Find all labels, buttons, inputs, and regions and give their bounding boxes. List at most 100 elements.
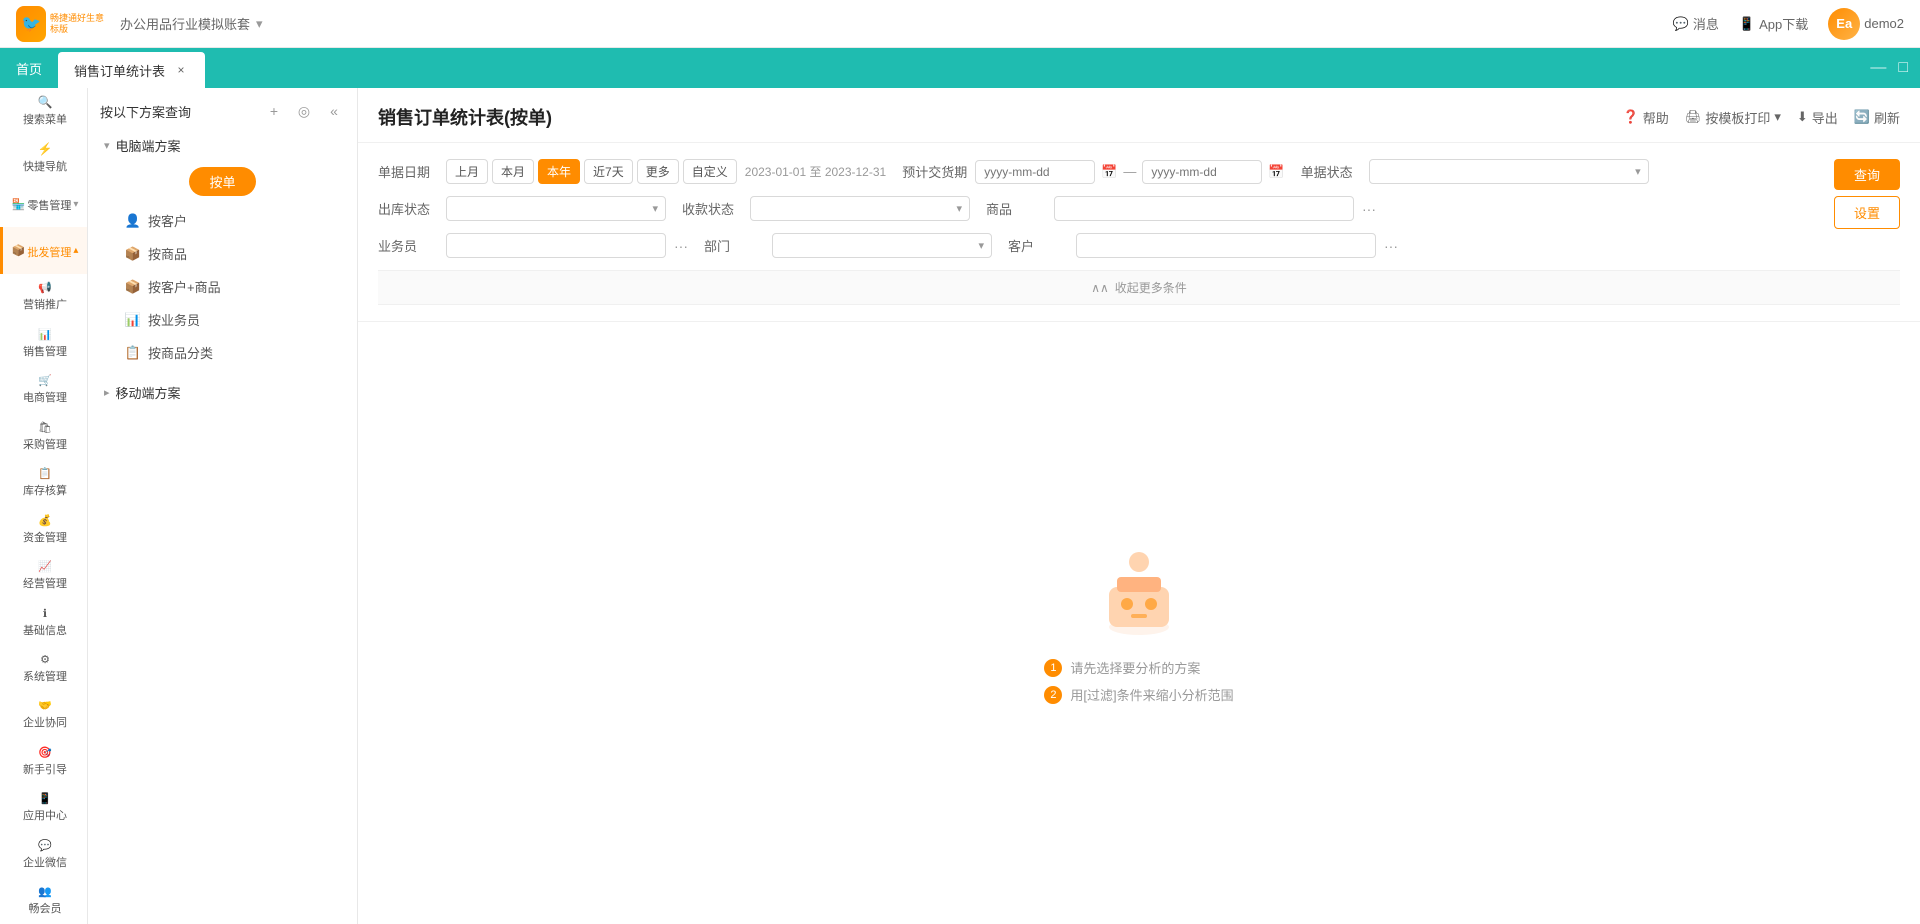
date-btn-more[interactable]: 更多 [637, 159, 679, 184]
tree-mobile-expand-icon: ▸ [104, 386, 110, 399]
tab-maximize-btn[interactable]: □ [1898, 59, 1908, 77]
member-icon: 👥 [38, 885, 52, 898]
top-actions: 💬 消息 📱 App下载 Ea demo2 [1673, 8, 1904, 40]
empty-tip-2: 2 用[过滤]条件来缩小分析范围 [1044, 685, 1233, 704]
product-filter-label: 商品 [986, 199, 1046, 218]
tab-close-btn[interactable]: × [173, 62, 189, 78]
date-buttons: 上月 本月 本年 近7天 更多 自定义 2023-01-01 至 2023-12… [446, 159, 886, 184]
sidebar-item-apps[interactable]: 📱 应用中心 [0, 785, 87, 831]
tree-child-customer-product[interactable]: 📦 按客户+商品 [96, 270, 349, 303]
customer-input[interactable] [1076, 233, 1376, 258]
department-select[interactable] [772, 233, 992, 258]
calendar-end-icon[interactable]: 📅 [1268, 164, 1284, 180]
sidebar-item-sales[interactable]: 📊 销售管理 [0, 320, 87, 366]
settings-scheme-btn[interactable]: ◎ [293, 100, 315, 122]
sidebar-item-quick-nav[interactable]: ⚡ 快捷导航 [0, 134, 87, 180]
quick-nav-icon: ⚡ [38, 142, 53, 156]
product-input[interactable] [1054, 196, 1354, 221]
date-btn-custom[interactable]: 自定义 [683, 159, 737, 184]
user-menu[interactable]: Ea demo2 [1828, 8, 1904, 40]
payment-select[interactable] [750, 196, 970, 221]
sidebar-item-system[interactable]: ⚙ 系统管理 [0, 645, 87, 691]
date-btn-this-month[interactable]: 本月 [492, 159, 534, 184]
collapse-bar[interactable]: ∧∧ 收起更多条件 [378, 270, 1900, 305]
export-btn[interactable]: ⬇ 导出 [1797, 108, 1838, 127]
sidebar-item-operations[interactable]: 📈 经营管理 [0, 552, 87, 598]
sidebar-item-inventory[interactable]: 📋 库存核算 [0, 460, 87, 506]
salesperson-input[interactable] [446, 233, 666, 258]
salesperson-more-icon[interactable]: ··· [674, 238, 688, 254]
customer-more-icon[interactable]: ··· [1384, 238, 1398, 254]
help-btn[interactable]: ❓ 帮助 [1623, 108, 1669, 127]
sidebar-item-base-info[interactable]: ℹ 基础信息 [0, 599, 87, 645]
system-icon: ⚙ [40, 653, 50, 666]
tree-parent-mobile[interactable]: ▸ 移动端方案 [96, 377, 349, 408]
page-header-actions: ❓ 帮助 🖨 按模板打印 ▾ ⬇ 导出 🔄 刷新 [1623, 108, 1900, 127]
sidebar-item-member[interactable]: 👥 畅会员 [0, 877, 87, 923]
filter-actions: 查询 设置 [1834, 159, 1900, 229]
date-start-input[interactable] [975, 160, 1095, 184]
customer-product-icon: 📦 [124, 278, 142, 296]
sidebar-item-guide[interactable]: 🎯 新手引导 [0, 738, 87, 784]
filter-department-group: 部门 [704, 233, 992, 258]
sidebar-item-retail[interactable]: 🏪 零售管理 ▾ [0, 181, 87, 227]
empty-svg [1089, 542, 1189, 642]
calendar-start-icon[interactable]: 📅 [1101, 164, 1117, 180]
collapse-panel-btn[interactable]: « [323, 100, 345, 122]
payment-label: 收款状态 [682, 199, 742, 218]
logo-icon: 🐦 [16, 6, 46, 42]
date-btn-last-month[interactable]: 上月 [446, 159, 488, 184]
sidebar-item-purchase[interactable]: 🛍 采购管理 [0, 413, 87, 459]
date-btn-7days[interactable]: 近7天 [584, 159, 633, 184]
tab-home[interactable]: 首页 [0, 48, 58, 88]
app-download-btn[interactable]: 📱 App下载 [1739, 14, 1808, 33]
sidebar-item-finance[interactable]: 💰 资金管理 [0, 506, 87, 552]
tab-sales-order[interactable]: 销售订单统计表 × [58, 52, 205, 88]
filter-customer-group: 客户 ··· [1008, 233, 1398, 258]
product-icon: 📦 [124, 245, 142, 263]
expected-date-label: 预计交货期 [902, 162, 967, 181]
filter-status-group: 单据状态 [1301, 159, 1649, 184]
tree-child-product[interactable]: 📦 按商品 [96, 237, 349, 270]
print-btn[interactable]: 🖨 按模板打印 ▾ [1685, 108, 1781, 127]
sidebar-item-ecommerce[interactable]: 🛒 电商管理 [0, 367, 87, 413]
add-scheme-btn[interactable]: + [263, 100, 285, 122]
salesperson-icon: 📊 [124, 311, 142, 329]
empty-illustration [1089, 542, 1189, 642]
content-area: 按以下方案查询 + ◎ « ▾ 电脑端方案 按单 👤 按客户 [88, 88, 1920, 924]
tree-child-salesperson[interactable]: 📊 按业务员 [96, 303, 349, 336]
delivery-select[interactable] [446, 196, 666, 221]
setting-btn[interactable]: 设置 [1834, 196, 1900, 229]
query-btn[interactable]: 查询 [1834, 159, 1900, 190]
main-content: 销售订单统计表(按单) ❓ 帮助 🖨 按模板打印 ▾ ⬇ 导出 [358, 88, 1920, 924]
breadcrumb-arrow[interactable]: ▾ [256, 16, 263, 32]
sidebar-item-wechat[interactable]: 💬 企业微信 [0, 831, 87, 877]
filter-row-2: 出库状态 收款状态 [378, 196, 1834, 221]
retail-icon: 🏪 [12, 198, 26, 211]
sidebar-item-marketing[interactable]: 📢 营销推广 [0, 274, 87, 320]
sidebar-item-enterprise[interactable]: 🤝 企业协同 [0, 692, 87, 738]
tree-parent-desktop[interactable]: ▾ 电脑端方案 [96, 130, 349, 161]
message-icon: 💬 [1673, 16, 1689, 32]
tab-bar: 首页 销售订单统计表 × — □ [0, 48, 1920, 88]
message-btn[interactable]: 💬 消息 [1673, 14, 1719, 33]
date-input-group: 📅 — 📅 [975, 160, 1284, 184]
tree-child-product-category[interactable]: 📋 按商品分类 [96, 336, 349, 369]
sidebar-item-wholesale[interactable]: 📦 批发管理 ▴ [0, 227, 87, 273]
status-select[interactable] [1369, 159, 1649, 184]
avatar: Ea [1828, 8, 1860, 40]
date-end-input[interactable] [1142, 160, 1262, 184]
sidebar: 🔍 搜索菜单 ⚡ 快捷导航 🏪 零售管理 ▾ 📦 批发管理 ▴ 📢 营销推广 📊… [0, 88, 88, 924]
inventory-icon: 📋 [38, 467, 52, 480]
delivery-select-wrapper [446, 196, 666, 221]
tree-child-customer[interactable]: 👤 按客户 [96, 204, 349, 237]
product-more-icon[interactable]: ··· [1362, 201, 1376, 217]
date-btn-this-year[interactable]: 本年 [538, 159, 580, 184]
collapse-up-icon: ∧∧ [1091, 281, 1109, 295]
apps-icon: 📱 [38, 792, 52, 805]
refresh-btn[interactable]: 🔄 刷新 [1854, 108, 1900, 127]
tab-minimize-btn[interactable]: — [1870, 59, 1886, 77]
sidebar-item-search[interactable]: 🔍 搜索菜单 [0, 88, 87, 134]
active-scheme-item[interactable]: 按单 [96, 167, 349, 196]
tree-section: ▾ 电脑端方案 按单 👤 按客户 📦 按商品 [88, 130, 357, 408]
